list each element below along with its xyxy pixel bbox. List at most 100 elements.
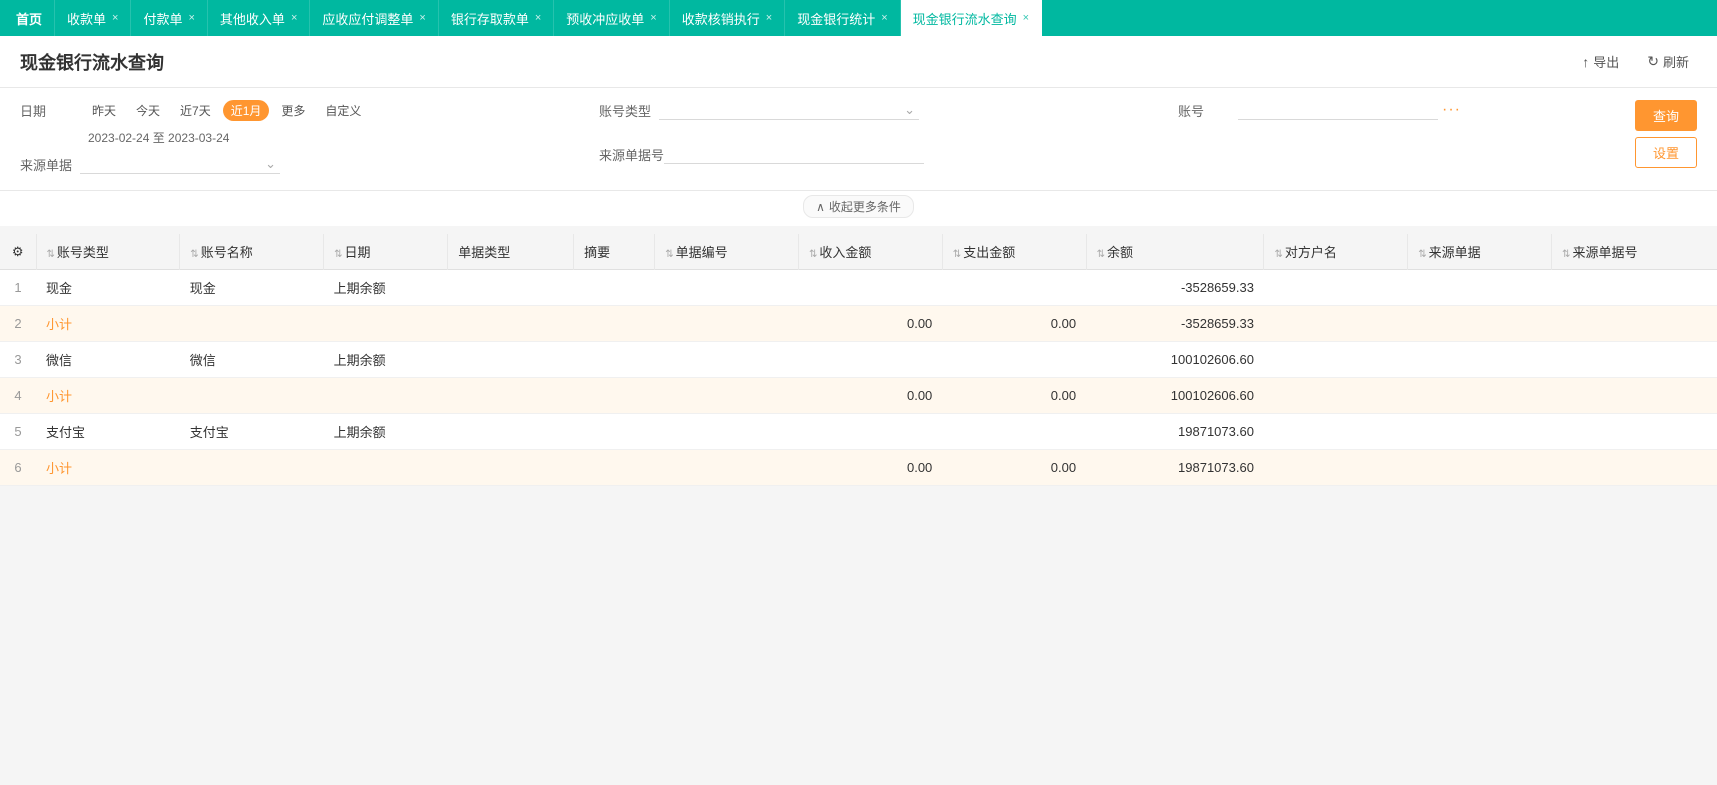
source-doc-select-wrapper: [80, 154, 280, 174]
nav-tab-yingshouyinfu[interactable]: 应收应付调整单 ×: [310, 0, 438, 36]
close-icon[interactable]: ×: [419, 12, 425, 24]
nav-tab-xianjintongji[interactable]: 现金银行统计 ×: [785, 0, 900, 36]
more-options-btn[interactable]: ···: [1442, 101, 1461, 119]
table-row[interactable]: 1现金现金上期余额-3528659.33: [0, 270, 1717, 306]
export-button[interactable]: ↑ 导出: [1574, 48, 1627, 75]
nav-tab-shoukuandan[interactable]: 收款单 ×: [55, 0, 131, 36]
nav-tab-yinhangcunqu[interactable]: 银行存取款单 ×: [439, 0, 554, 36]
refresh-button[interactable]: ↻ 刷新: [1639, 48, 1697, 75]
nav-tab-shoukuanhexiao[interactable]: 收款核销执行 ×: [670, 0, 785, 36]
account-input[interactable]: [1238, 100, 1438, 120]
nav-tab-liushui[interactable]: 现金银行流水查询 ×: [901, 0, 1042, 36]
balance-cell: 19871073.60: [1086, 450, 1264, 486]
date-btn-custom[interactable]: 自定义: [317, 100, 369, 121]
close-icon[interactable]: ×: [1023, 12, 1029, 24]
close-icon[interactable]: ×: [766, 12, 772, 24]
counterparty-cell: [1264, 450, 1408, 486]
summary-cell: [574, 270, 655, 306]
source-doc-no-filter-row: 来源单据号: [599, 144, 1118, 164]
table-row[interactable]: 6小计0.000.0019871073.60: [0, 450, 1717, 486]
account-name-cell: [180, 306, 324, 342]
source-doc-cell: [1408, 306, 1552, 342]
close-icon[interactable]: ×: [535, 12, 541, 24]
doc-type-cell: [448, 378, 574, 414]
account-type-cell: 现金: [36, 270, 180, 306]
date-btn-today[interactable]: 今天: [128, 100, 168, 121]
doc-no-cell: [655, 342, 799, 378]
col-doc-no[interactable]: ⇅单据编号: [655, 234, 799, 270]
summary-cell: [574, 450, 655, 486]
doc-no-cell: [655, 414, 799, 450]
source-doc-no-cell: [1552, 270, 1717, 306]
expense-cell: 0.00: [942, 306, 1086, 342]
col-source-doc-no[interactable]: ⇅来源单据号: [1552, 234, 1717, 270]
table-row[interactable]: 5支付宝支付宝上期余额19871073.60: [0, 414, 1717, 450]
balance-cell: 100102606.60: [1086, 342, 1264, 378]
source-doc-select[interactable]: [80, 154, 280, 174]
source-doc-no-cell: [1552, 414, 1717, 450]
data-table-container: ⚙ ⇅账号类型 ⇅账号名称 ⇅日期 单据类型 摘要 ⇅单据编号 ⇅收入金额 ⇅支…: [0, 234, 1717, 486]
source-doc-cell: [1408, 270, 1552, 306]
col-date[interactable]: ⇅日期: [324, 234, 448, 270]
col-settings[interactable]: ⚙: [0, 234, 36, 270]
row-index: 6: [0, 450, 36, 486]
account-type-select[interactable]: [659, 100, 919, 120]
col-account-type[interactable]: ⇅账号类型: [36, 234, 180, 270]
account-name-cell: 微信: [180, 342, 324, 378]
header-actions: ↑ 导出 ↻ 刷新: [1574, 48, 1697, 75]
expense-cell: [942, 270, 1086, 306]
col-doc-type[interactable]: 单据类型: [448, 234, 574, 270]
nav-home[interactable]: 首页: [4, 0, 55, 36]
date-cell: 上期余额: [324, 270, 448, 306]
col-account-name[interactable]: ⇅账号名称: [180, 234, 324, 270]
account-name-cell: [180, 450, 324, 486]
close-icon[interactable]: ×: [881, 12, 887, 24]
summary-cell: [574, 306, 655, 342]
table-row[interactable]: 3微信微信上期余额100102606.60: [0, 342, 1717, 378]
col-balance[interactable]: ⇅余额: [1086, 234, 1264, 270]
col-source-doc[interactable]: ⇅来源单据: [1408, 234, 1552, 270]
account-type-filter-row: 账号类型: [599, 100, 1118, 120]
close-icon[interactable]: ×: [112, 12, 118, 24]
close-icon[interactable]: ×: [650, 12, 656, 24]
close-icon[interactable]: ×: [188, 12, 194, 24]
col-summary[interactable]: 摘要: [574, 234, 655, 270]
income-cell: 0.00: [799, 450, 943, 486]
expense-cell: 0.00: [942, 378, 1086, 414]
account-type-cell: 小计: [36, 306, 180, 342]
expense-cell: 0.00: [942, 450, 1086, 486]
date-btn-7days[interactable]: 近7天: [172, 100, 219, 121]
date-cell: 上期余额: [324, 414, 448, 450]
source-doc-no-cell: [1552, 342, 1717, 378]
counterparty-cell: [1264, 414, 1408, 450]
income-cell: 0.00: [799, 378, 943, 414]
balance-cell: 100102606.60: [1086, 378, 1264, 414]
source-doc-no-cell: [1552, 450, 1717, 486]
source-doc-label: 来源单据: [20, 155, 80, 174]
row-index: 3: [0, 342, 36, 378]
col-income[interactable]: ⇅收入金额: [799, 234, 943, 270]
source-doc-no-cell: [1552, 378, 1717, 414]
summary-cell: [574, 414, 655, 450]
doc-no-cell: [655, 450, 799, 486]
table-row[interactable]: 2小计0.000.00-3528659.33: [0, 306, 1717, 342]
collapse-conditions-button[interactable]: ∧ 收起更多条件: [803, 195, 914, 218]
income-cell: [799, 270, 943, 306]
col-expense[interactable]: ⇅支出金额: [942, 234, 1086, 270]
account-type-cell: 微信: [36, 342, 180, 378]
doc-no-cell: [655, 270, 799, 306]
date-btn-yesterday[interactable]: 昨天: [84, 100, 124, 121]
query-button[interactable]: 查询: [1635, 100, 1697, 131]
close-icon[interactable]: ×: [291, 12, 297, 24]
table-row[interactable]: 4小计0.000.00100102606.60: [0, 378, 1717, 414]
date-btn-more[interactable]: 更多: [273, 100, 313, 121]
source-doc-no-input[interactable]: [664, 144, 924, 164]
date-btn-1month[interactable]: 近1月: [223, 100, 270, 121]
account-type-cell: 小计: [36, 450, 180, 486]
nav-tab-yushouzhong[interactable]: 预收冲应收单 ×: [554, 0, 669, 36]
settings-button[interactable]: 设置: [1635, 137, 1697, 168]
doc-type-cell: [448, 342, 574, 378]
nav-tab-fukuandan[interactable]: 付款单 ×: [131, 0, 207, 36]
nav-tab-qitashouru[interactable]: 其他收入单 ×: [208, 0, 310, 36]
col-counterparty[interactable]: ⇅对方户名: [1264, 234, 1408, 270]
